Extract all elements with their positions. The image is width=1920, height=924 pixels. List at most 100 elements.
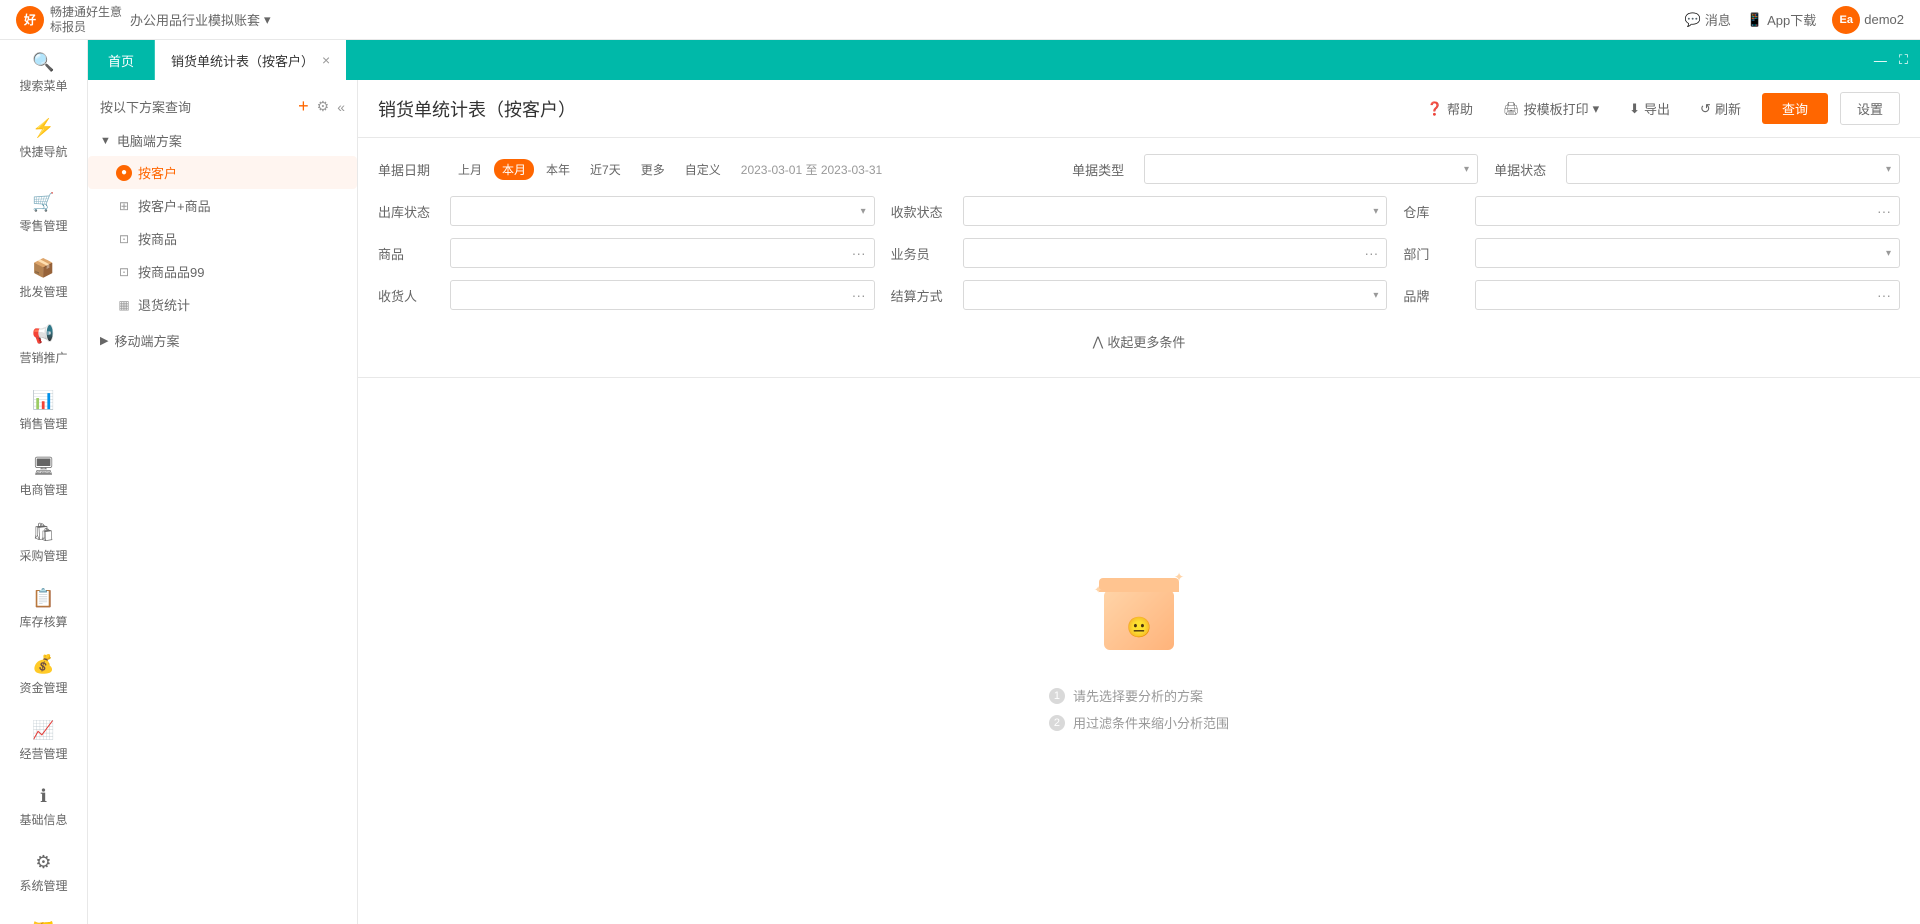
- main-body: 🔍 搜索菜单 ⚡ 快捷导航 🛒 零售管理 📦 批发管理 📢 营销推广 📊: [0, 40, 1920, 924]
- sidebar-item-quick-nav[interactable]: ⚡ 快捷导航: [0, 106, 87, 172]
- sidebar-item-retail[interactable]: 🛒 零售管理: [0, 180, 87, 246]
- collapse-panel-button[interactable]: «: [337, 99, 345, 115]
- add-scheme-button[interactable]: +: [298, 96, 309, 117]
- date-this-year[interactable]: 本年: [538, 159, 578, 180]
- salesperson-label: 业务员: [891, 244, 947, 263]
- out-status-label: 出库状态: [378, 202, 434, 221]
- date-last-7[interactable]: 近7天: [582, 159, 629, 180]
- sidebar-item-basic[interactable]: ℹ 基础信息: [0, 774, 87, 840]
- cart-icon: 🛒: [32, 192, 54, 213]
- tab-bar: 首页 销货单统计表（按客户） × — ⛶: [88, 40, 1920, 80]
- page-title: 销货单统计表（按客户）: [378, 96, 576, 122]
- logo-text: 畅捷通好生意 标报员: [50, 5, 122, 34]
- print-chevron-icon: ▾: [1593, 101, 1600, 117]
- dept-select[interactable]: ▾: [1475, 238, 1900, 268]
- date-custom[interactable]: 自定义: [677, 159, 729, 180]
- settings-button[interactable]: 设置: [1840, 92, 1900, 125]
- sidebar-item-wholesale[interactable]: 📦 批发管理: [0, 246, 87, 312]
- shopping-icon: 🛍: [32, 522, 55, 543]
- empty-hint-2: 2 用过滤条件来缩小分析范围: [1049, 713, 1229, 732]
- sidebar-item-search-menu[interactable]: 🔍 搜索菜单: [0, 40, 87, 106]
- dots-icon: ···: [1877, 287, 1891, 303]
- sidebar-item-operations[interactable]: 📈 经营管理: [0, 708, 87, 774]
- sidebar-item-inventory[interactable]: 📋 库存核算: [0, 576, 87, 642]
- scheme-return-stats[interactable]: ▦ 退货统计: [88, 288, 357, 321]
- date-label: 单据日期: [378, 160, 434, 179]
- app-selector[interactable]: 办公用品行业模拟账套 ▾: [130, 10, 271, 29]
- chevron-down-icon: ▾: [1886, 164, 1891, 175]
- top-header: 好 畅捷通好生意 标报员 办公用品行业模拟账套 ▾ 💬 消息 📱 App下载: [0, 0, 1920, 40]
- dots-icon: ···: [852, 245, 866, 261]
- clipboard-icon: 📋: [32, 588, 54, 609]
- scheme-by-product-99[interactable]: ⊡ 按商品品99: [88, 255, 357, 288]
- minimize-icon[interactable]: —: [1874, 53, 1887, 68]
- chevron-down-icon: ▼: [100, 135, 111, 147]
- refresh-icon: ↺: [1700, 101, 1711, 117]
- doc-status-select[interactable]: ▾: [1566, 154, 1900, 184]
- scheme-settings-button[interactable]: ⚙: [317, 98, 330, 115]
- brand-select[interactable]: ···: [1475, 280, 1900, 310]
- date-more[interactable]: 更多: [633, 159, 673, 180]
- collapse-button[interactable]: ⋀ 收起更多条件: [1077, 326, 1202, 357]
- mobile-schemes-group: ▶ 移动端方案: [88, 325, 357, 356]
- search-icon: 🔍: [32, 52, 54, 73]
- dots-icon: ···: [852, 287, 866, 303]
- salesperson-select[interactable]: ···: [963, 238, 1388, 268]
- tab-home[interactable]: 首页: [88, 40, 155, 80]
- help-icon: ❓: [1427, 101, 1443, 117]
- print-icon: 🖨: [1503, 101, 1520, 117]
- header-left: 好 畅捷通好生意 标报员 办公用品行业模拟账套 ▾: [16, 5, 271, 34]
- tab-close-icon[interactable]: ×: [322, 52, 330, 68]
- filter-row-2: 出库状态 ▾ 收款状态 ▾ 仓库: [378, 196, 1900, 226]
- desktop-group-header[interactable]: ▼ 电脑端方案: [88, 125, 357, 156]
- maximize-icon[interactable]: ⛶: [1899, 52, 1908, 68]
- sidebar-item-purchase[interactable]: 🛍 采购管理: [0, 510, 87, 576]
- sidebar-item-finance[interactable]: 💰 资金管理: [0, 642, 87, 708]
- trending-icon: 📈: [32, 720, 54, 741]
- export-button[interactable]: ⬇ 导出: [1620, 94, 1679, 123]
- sidebar-item-enterprise[interactable]: 🤝 企业协同: [0, 906, 87, 924]
- filter-row-1: 单据日期 上月 本月 本年 近7天 更多 自定义 2023-03-01 至 20…: [378, 154, 1900, 184]
- sidebar-item-ecommerce[interactable]: 🖥 电商管理: [0, 444, 87, 510]
- out-status-select[interactable]: ▾: [450, 196, 875, 226]
- main-content: 按以下方案查询 + ⚙ « ▼ 电脑端方案: [88, 80, 1920, 924]
- doc-type-select[interactable]: ▾: [1144, 154, 1478, 184]
- date-last-month[interactable]: 上月: [450, 159, 490, 180]
- print-button[interactable]: 🖨 按模板打印 ▾: [1494, 94, 1608, 123]
- handshake-icon: 🤝: [32, 918, 54, 924]
- lightning-icon: ⚡: [32, 118, 54, 139]
- user-menu[interactable]: Ea demo2: [1832, 6, 1904, 34]
- content-area: 首页 销货单统计表（按客户） × — ⛶ 按以下方案查询: [88, 40, 1920, 924]
- receipt-status-label: 收款状态: [891, 202, 947, 221]
- help-button[interactable]: ❓ 帮助: [1418, 94, 1482, 123]
- sidebar-item-system[interactable]: ⚙ 系统管理: [0, 840, 87, 906]
- date-shortcuts: 上月 本月 本年 近7天 更多 自定义 2023-03-01 至 2023-03…: [450, 159, 882, 180]
- date-this-month[interactable]: 本月: [494, 159, 534, 180]
- scheme-by-product[interactable]: ⊡ 按商品: [88, 222, 357, 255]
- collapse-row: ⋀ 收起更多条件: [378, 322, 1900, 361]
- collapse-up-icon: ⋀: [1093, 334, 1104, 350]
- chevron-down-icon: ▾: [264, 12, 271, 28]
- warehouse-select[interactable]: ···: [1475, 196, 1900, 226]
- refresh-button[interactable]: ↺ 刷新: [1691, 94, 1750, 123]
- scheme-by-customer-product[interactable]: ⊞ 按客户+商品: [88, 189, 357, 222]
- receipt-status-select[interactable]: ▾: [963, 196, 1388, 226]
- header-right: 💬 消息 📱 App下载 Ea demo2: [1685, 6, 1904, 34]
- sidebar-item-sales[interactable]: 📊 销售管理: [0, 378, 87, 444]
- filter-row-3: 商品 ··· 业务员 ··· 部门: [378, 238, 1900, 268]
- query-button[interactable]: 查询: [1762, 93, 1828, 124]
- recipient-select[interactable]: ···: [450, 280, 875, 310]
- active-dot: ●: [116, 165, 132, 181]
- scheme-by-customer[interactable]: ● 按客户: [88, 156, 357, 189]
- sidebar-item-marketing[interactable]: 📢 营销推广: [0, 312, 87, 378]
- app-download-button[interactable]: 📱 App下载: [1747, 10, 1816, 29]
- message-button[interactable]: 💬 消息: [1685, 10, 1731, 29]
- product-label: 商品: [378, 244, 434, 263]
- settlement-select[interactable]: ▾: [963, 280, 1388, 310]
- product-select[interactable]: ···: [450, 238, 875, 268]
- money-icon: 💰: [32, 654, 54, 675]
- megaphone-icon: 📢: [32, 324, 54, 345]
- mobile-group-header[interactable]: ▶ 移动端方案: [88, 325, 357, 356]
- tab-current[interactable]: 销货单统计表（按客户） ×: [155, 40, 346, 80]
- empty-state: 😐 ✦ ✦ 1 请先选择要分析的方案: [358, 378, 1920, 924]
